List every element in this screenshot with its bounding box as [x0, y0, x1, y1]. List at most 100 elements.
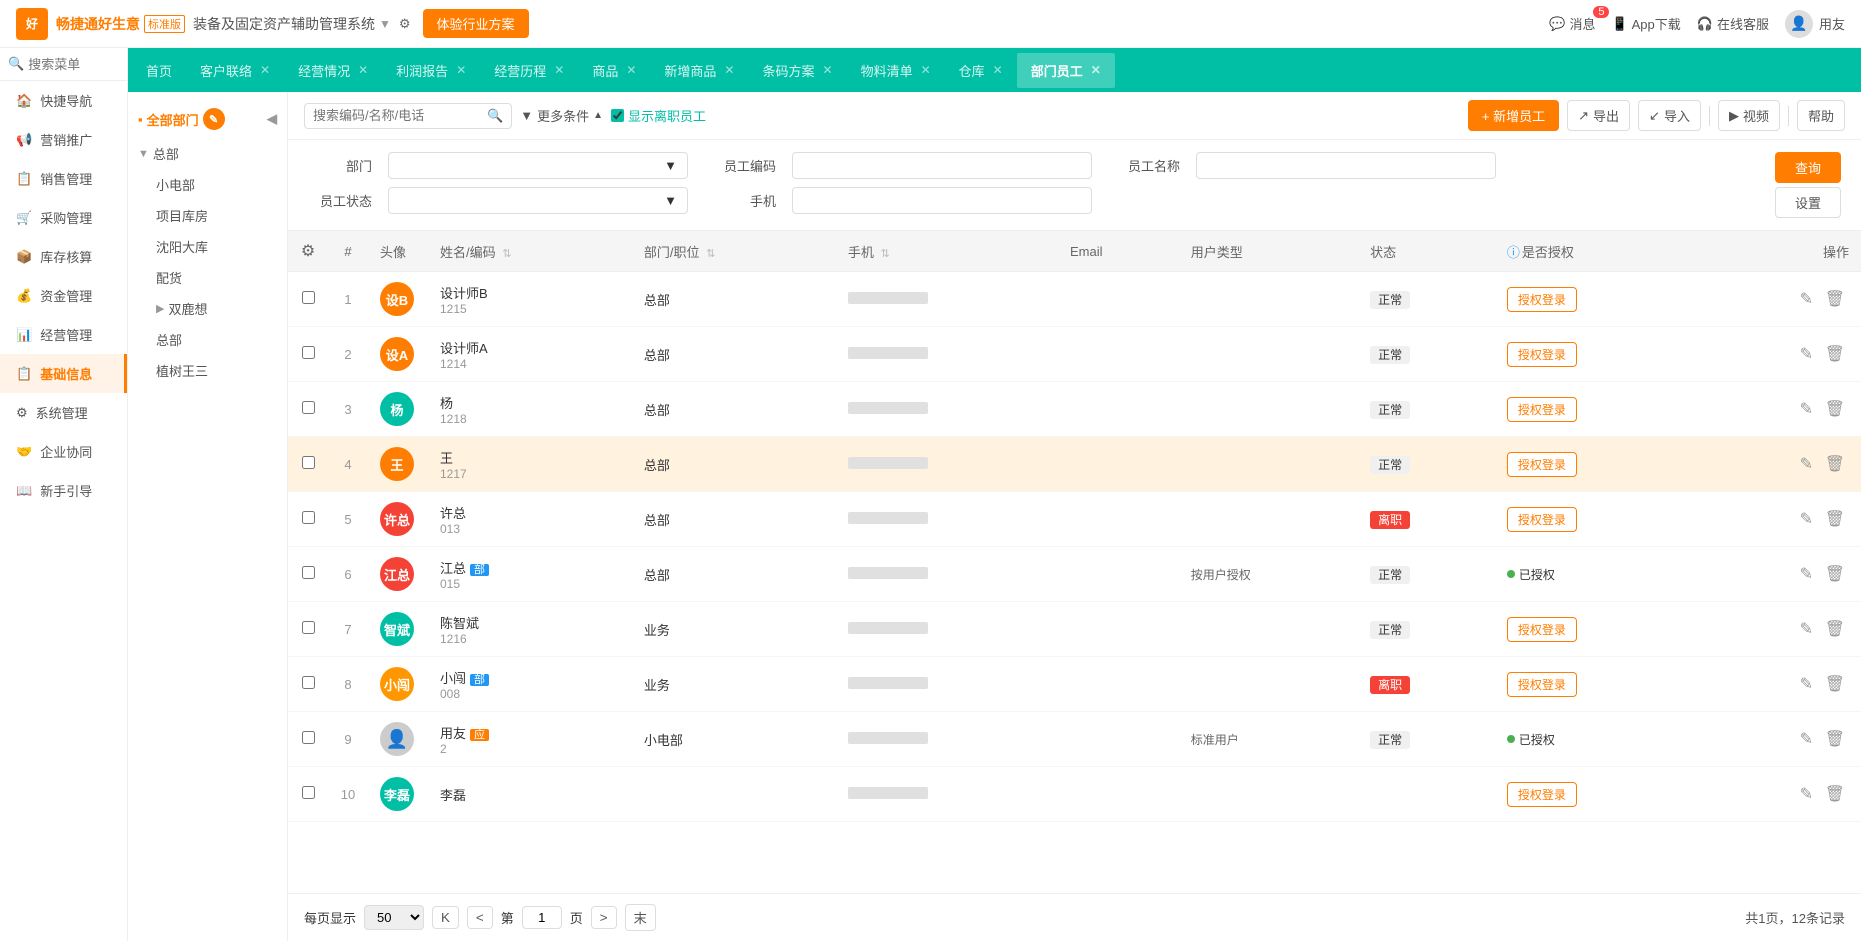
delete-btn[interactable]: 🗑 — [1821, 672, 1849, 696]
tab-barcode[interactable]: 条码方案 ✕ — [748, 53, 846, 88]
search-icon[interactable]: 🔍 — [487, 108, 503, 124]
row-settings[interactable] — [288, 602, 328, 657]
tab-addgoods-close[interactable]: ✕ — [724, 63, 734, 77]
dept-collapse-icon[interactable]: ◀ — [267, 111, 277, 127]
dept-item-zhishu[interactable]: 植树王三 — [128, 355, 287, 386]
sidebar-search-input[interactable] — [28, 57, 108, 72]
page-size-select[interactable]: 50 20 100 — [364, 905, 424, 930]
authorize-btn[interactable]: 授权登录 — [1507, 617, 1577, 642]
sidebar-item-basic[interactable]: 📋 基础信息 — [0, 354, 127, 393]
dept-item-headquarters[interactable]: ▼ 总部 — [128, 138, 287, 169]
settings-icon[interactable]: ⚙ — [399, 16, 411, 32]
edit-btn[interactable]: ✎ — [1796, 782, 1817, 806]
tab-emp-close[interactable]: ✕ — [1091, 63, 1101, 77]
export-btn[interactable]: ↗ 导出 — [1567, 100, 1630, 131]
row-settings[interactable] — [288, 712, 328, 767]
edit-btn[interactable]: ✎ — [1796, 562, 1817, 586]
page-input[interactable] — [522, 906, 562, 929]
edit-btn[interactable]: ✎ — [1796, 342, 1817, 366]
row-checkbox[interactable] — [302, 511, 315, 524]
view-btn[interactable]: ▶ 视频 — [1718, 100, 1780, 131]
delete-btn[interactable]: 🗑 — [1821, 507, 1849, 531]
search-input[interactable] — [313, 108, 483, 123]
edit-btn[interactable]: ✎ — [1796, 617, 1817, 641]
user-area[interactable]: 👤 用友 — [1785, 10, 1845, 38]
tab-goods-close[interactable]: ✕ — [626, 63, 636, 77]
tab-employees[interactable]: 部门员工 ✕ — [1017, 53, 1115, 88]
first-page-btn[interactable]: K — [432, 906, 459, 929]
search-box[interactable]: 🔍 — [304, 103, 512, 129]
dept-item-xiaodian[interactable]: 小电部 — [128, 169, 287, 200]
online-service[interactable]: 🎧 在线客服 — [1697, 14, 1769, 33]
tab-warehouse[interactable]: 仓库 ✕ — [945, 53, 1017, 88]
sidebar-item-operations[interactable]: 📊 经营管理 — [0, 315, 127, 354]
sidebar-item-marketing[interactable]: 📢 营销推广 — [0, 120, 127, 159]
delete-btn[interactable]: 🗑 — [1821, 397, 1849, 421]
tab-ops-close[interactable]: ✕ — [358, 63, 368, 77]
row-checkbox[interactable] — [302, 566, 315, 579]
search-btn[interactable]: 查询 — [1775, 152, 1841, 183]
row-checkbox[interactable] — [302, 346, 315, 359]
row-checkbox[interactable] — [302, 786, 315, 799]
row-settings[interactable] — [288, 272, 328, 327]
authorize-btn[interactable]: 授权登录 — [1507, 287, 1577, 312]
dept-item-shenyang[interactable]: 沈阳大库 — [128, 231, 287, 262]
tab-bom-close[interactable]: ✕ — [921, 63, 931, 77]
tab-addgoods[interactable]: 新增商品 ✕ — [650, 53, 748, 88]
experience-btn[interactable]: 体验行业方案 — [423, 9, 529, 38]
dept-item-shuangluxiang[interactable]: ▶ 双鹿想 — [128, 293, 287, 324]
add-employee-btn[interactable]: + 新增员工 — [1468, 100, 1559, 131]
dept-item-zongbu[interactable]: 总部 — [128, 324, 287, 355]
row-settings[interactable] — [288, 382, 328, 437]
phone-input[interactable] — [792, 187, 1092, 214]
col-name[interactable]: 姓名/编码 ⇅ — [428, 231, 632, 272]
row-checkbox[interactable] — [302, 621, 315, 634]
col-dept[interactable]: 部门/职位 ⇅ — [632, 231, 836, 272]
row-checkbox[interactable] — [302, 456, 315, 469]
more-conditions-btn[interactable]: ▼ 更多条件 ▲ — [520, 106, 603, 125]
authorize-btn[interactable]: 授权登录 — [1507, 397, 1577, 422]
authorize-btn[interactable]: 授权登录 — [1507, 452, 1577, 477]
edit-btn[interactable]: ✎ — [1796, 452, 1817, 476]
tab-bom[interactable]: 物料清单 ✕ — [847, 53, 945, 88]
app-download[interactable]: 📱 App下载 — [1611, 14, 1680, 33]
edit-btn[interactable]: ✎ — [1796, 507, 1817, 531]
sidebar-item-inventory[interactable]: 📦 库存核算 — [0, 237, 127, 276]
row-settings[interactable] — [288, 767, 328, 822]
delete-btn[interactable]: 🗑 — [1821, 562, 1849, 586]
authorize-btn[interactable]: 授权登录 — [1507, 507, 1577, 532]
tab-customer[interactable]: 客户联络 ✕ — [186, 53, 284, 88]
message-area[interactable]: 💬 消息 5 — [1549, 14, 1595, 33]
tab-barcode-close[interactable]: ✕ — [823, 63, 833, 77]
edit-btn[interactable]: ✎ — [1796, 287, 1817, 311]
sidebar-item-guide[interactable]: 📖 新手引导 — [0, 471, 127, 510]
delete-btn[interactable]: 🗑 — [1821, 452, 1849, 476]
tab-home[interactable]: 首页 — [132, 53, 186, 88]
row-settings[interactable] — [288, 657, 328, 712]
dept-item-peihuo[interactable]: 配货 — [128, 262, 287, 293]
reset-btn[interactable]: 设置 — [1775, 187, 1841, 218]
delete-btn[interactable]: 🗑 — [1821, 617, 1849, 641]
sidebar-item-finance[interactable]: 💰 资金管理 — [0, 276, 127, 315]
delete-btn[interactable]: 🗑 — [1821, 287, 1849, 311]
prev-page-btn[interactable]: < — [467, 906, 493, 929]
help-btn[interactable]: 帮助 — [1797, 100, 1845, 131]
sidebar-item-system[interactable]: ⚙ 系统管理 — [0, 393, 127, 432]
row-checkbox[interactable] — [302, 676, 315, 689]
tab-goods[interactable]: 商品 ✕ — [578, 53, 650, 88]
col-phone[interactable]: 手机 ⇅ — [836, 231, 1058, 272]
sidebar-item-purchase[interactable]: 🛒 采购管理 — [0, 198, 127, 237]
row-settings[interactable] — [288, 437, 328, 492]
sidebar-item-sales[interactable]: 📋 销售管理 — [0, 159, 127, 198]
delete-btn[interactable]: 🗑 — [1821, 342, 1849, 366]
col-gear[interactable]: ⚙ — [288, 231, 328, 272]
tab-biz-close[interactable]: ✕ — [554, 63, 564, 77]
row-checkbox[interactable] — [302, 291, 315, 304]
row-settings[interactable] — [288, 327, 328, 382]
show-former-checkbox[interactable] — [611, 109, 624, 122]
sidebar-item-collab[interactable]: 🤝 企业协同 — [0, 432, 127, 471]
last-page-btn[interactable]: 末 — [625, 904, 656, 931]
next-page-btn[interactable]: > — [591, 906, 617, 929]
row-settings[interactable] — [288, 492, 328, 547]
show-former-area[interactable]: 显示离职员工 — [611, 106, 706, 125]
